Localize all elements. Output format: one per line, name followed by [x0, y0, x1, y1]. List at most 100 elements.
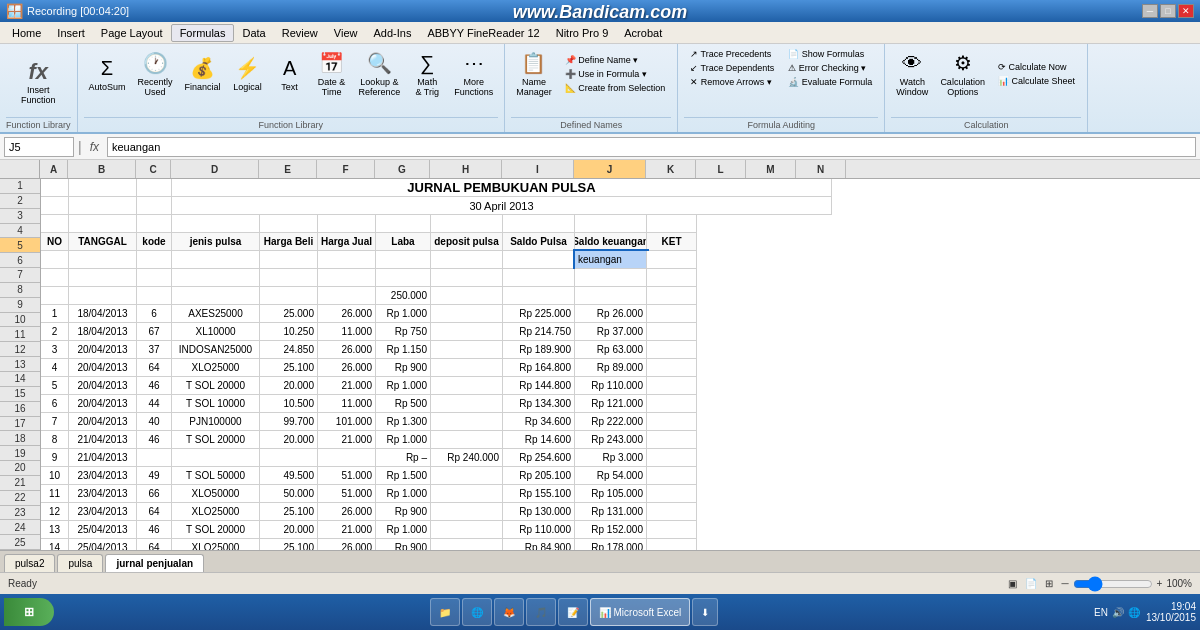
- cell-j3[interactable]: [575, 215, 647, 233]
- cell-d17[interactable]: T SOL 50000: [172, 467, 260, 485]
- cell-e17[interactable]: 49.500: [260, 467, 318, 485]
- cell-h14[interactable]: [431, 413, 503, 431]
- cell-k7[interactable]: [647, 287, 697, 305]
- cell-d9[interactable]: XL10000: [172, 323, 260, 341]
- cell-g13[interactable]: Rp 500: [376, 395, 431, 413]
- cell-e13[interactable]: 10.500: [260, 395, 318, 413]
- cell-c4[interactable]: kode: [137, 233, 172, 251]
- trace-dependents-button[interactable]: ↙ Trace Dependents: [684, 62, 780, 74]
- cell-c5[interactable]: [137, 251, 172, 269]
- sheet-tab-pulsa[interactable]: pulsa: [57, 554, 103, 572]
- cell-k15[interactable]: [647, 431, 697, 449]
- cell-h21[interactable]: [431, 539, 503, 550]
- cell-b21[interactable]: 25/04/2013: [69, 539, 137, 550]
- zoom-slider[interactable]: [1073, 576, 1153, 592]
- cell-c10[interactable]: 37: [137, 341, 172, 359]
- menu-addins[interactable]: Add-Ins: [365, 25, 419, 41]
- cell-g18[interactable]: Rp 1.000: [376, 485, 431, 503]
- taskbar-notepad[interactable]: 📝: [558, 598, 588, 626]
- cell-f18[interactable]: 51.000: [318, 485, 376, 503]
- menu-page-layout[interactable]: Page Layout: [93, 25, 171, 41]
- cell-c17[interactable]: 49: [137, 467, 172, 485]
- page-break-icon[interactable]: ⊞: [1045, 578, 1053, 589]
- cell-k5[interactable]: [647, 251, 697, 269]
- cell-f10[interactable]: 26.000: [318, 341, 376, 359]
- cell-g11[interactable]: Rp 900: [376, 359, 431, 377]
- cell-g6[interactable]: [376, 269, 431, 287]
- cell-b20[interactable]: 25/04/2013: [69, 521, 137, 539]
- cell-d21[interactable]: XLO25000: [172, 539, 260, 550]
- cell-e12[interactable]: 20.000: [260, 377, 318, 395]
- cell-k21[interactable]: [647, 539, 697, 550]
- use-in-formula-button[interactable]: ➕ Use in Formula ▾: [559, 68, 672, 80]
- cell-d14[interactable]: PJN100000: [172, 413, 260, 431]
- cell-b4[interactable]: TANGGAL: [69, 233, 137, 251]
- cell-f9[interactable]: 11.000: [318, 323, 376, 341]
- cell-j14[interactable]: Rp 222.000: [575, 413, 647, 431]
- cell-f21[interactable]: 26.000: [318, 539, 376, 550]
- cell-i20[interactable]: Rp 110.000: [503, 521, 575, 539]
- cell-c21[interactable]: 64: [137, 539, 172, 550]
- cell-h7[interactable]: [431, 287, 503, 305]
- cell-e16[interactable]: [260, 449, 318, 467]
- cell-d3[interactable]: [172, 215, 260, 233]
- cell-b8[interactable]: 18/04/2013: [69, 305, 137, 323]
- cell-e10[interactable]: 24.850: [260, 341, 318, 359]
- cell-a3[interactable]: [41, 215, 69, 233]
- cell-j13[interactable]: Rp 121.000: [575, 395, 647, 413]
- cell-b17[interactable]: 23/04/2013: [69, 467, 137, 485]
- menu-nitro[interactable]: Nitro Pro 9: [548, 25, 617, 41]
- cell-i15[interactable]: Rp 14.600: [503, 431, 575, 449]
- normal-view-icon[interactable]: ▣: [1008, 578, 1017, 589]
- cell-g12[interactable]: Rp 1.000: [376, 377, 431, 395]
- cell-i9[interactable]: Rp 214.750: [503, 323, 575, 341]
- cell-g7[interactable]: 250.000: [376, 287, 431, 305]
- col-header-k[interactable]: K: [646, 160, 696, 178]
- cell-b10[interactable]: 20/04/2013: [69, 341, 137, 359]
- cell-h3[interactable]: [431, 215, 503, 233]
- cell-c15[interactable]: 46: [137, 431, 172, 449]
- cell-a18[interactable]: 11: [41, 485, 69, 503]
- cell-f15[interactable]: 21.000: [318, 431, 376, 449]
- create-from-selection-button[interactable]: 📐 Create from Selection: [559, 82, 672, 94]
- cell-b3[interactable]: [69, 215, 137, 233]
- cell-i3[interactable]: [503, 215, 575, 233]
- cell-d12[interactable]: T SOL 20000: [172, 377, 260, 395]
- cell-g9[interactable]: Rp 750: [376, 323, 431, 341]
- cell-h13[interactable]: [431, 395, 503, 413]
- cell-c11[interactable]: 64: [137, 359, 172, 377]
- date-time-button[interactable]: 📅 Date &Time: [312, 48, 352, 100]
- cell-g20[interactable]: Rp 1.000: [376, 521, 431, 539]
- cell-b9[interactable]: 18/04/2013: [69, 323, 137, 341]
- calculate-now-button[interactable]: ⟳ Calculate Now: [992, 61, 1081, 73]
- cell-f16[interactable]: [318, 449, 376, 467]
- cell-k12[interactable]: [647, 377, 697, 395]
- cell-c9[interactable]: 67: [137, 323, 172, 341]
- cell-c7[interactable]: [137, 287, 172, 305]
- cell-j7[interactable]: [575, 287, 647, 305]
- taskbar-excel-active[interactable]: 📊 Microsoft Excel: [590, 598, 691, 626]
- col-header-c[interactable]: C: [136, 160, 171, 178]
- cell-d13[interactable]: T SOL 10000: [172, 395, 260, 413]
- cell-k17[interactable]: [647, 467, 697, 485]
- cell-a1[interactable]: [41, 179, 69, 197]
- text-button[interactable]: A Text: [270, 54, 310, 95]
- cell-c14[interactable]: 40: [137, 413, 172, 431]
- financial-button[interactable]: 💰 Financial: [180, 53, 226, 95]
- cell-h6[interactable]: [431, 269, 503, 287]
- cell-j4[interactable]: Saldo keuangan: [575, 233, 647, 251]
- cell-i10[interactable]: Rp 189.900: [503, 341, 575, 359]
- cell-h11[interactable]: [431, 359, 503, 377]
- cell-a13[interactable]: 6: [41, 395, 69, 413]
- cell-i6[interactable]: [503, 269, 575, 287]
- page-layout-icon[interactable]: 📄: [1025, 578, 1037, 589]
- cell-g10[interactable]: Rp 1.150: [376, 341, 431, 359]
- taskbar-downloads[interactable]: ⬇: [692, 598, 718, 626]
- menu-acrobat[interactable]: Acrobat: [616, 25, 670, 41]
- cell-k3[interactable]: [647, 215, 697, 233]
- cell-k13[interactable]: [647, 395, 697, 413]
- start-button[interactable]: ⊞: [4, 598, 54, 626]
- cell-b15[interactable]: 21/04/2013: [69, 431, 137, 449]
- cell-g17[interactable]: Rp 1.500: [376, 467, 431, 485]
- cell-title[interactable]: JURNAL PEMBUKUAN PULSA: [172, 179, 832, 197]
